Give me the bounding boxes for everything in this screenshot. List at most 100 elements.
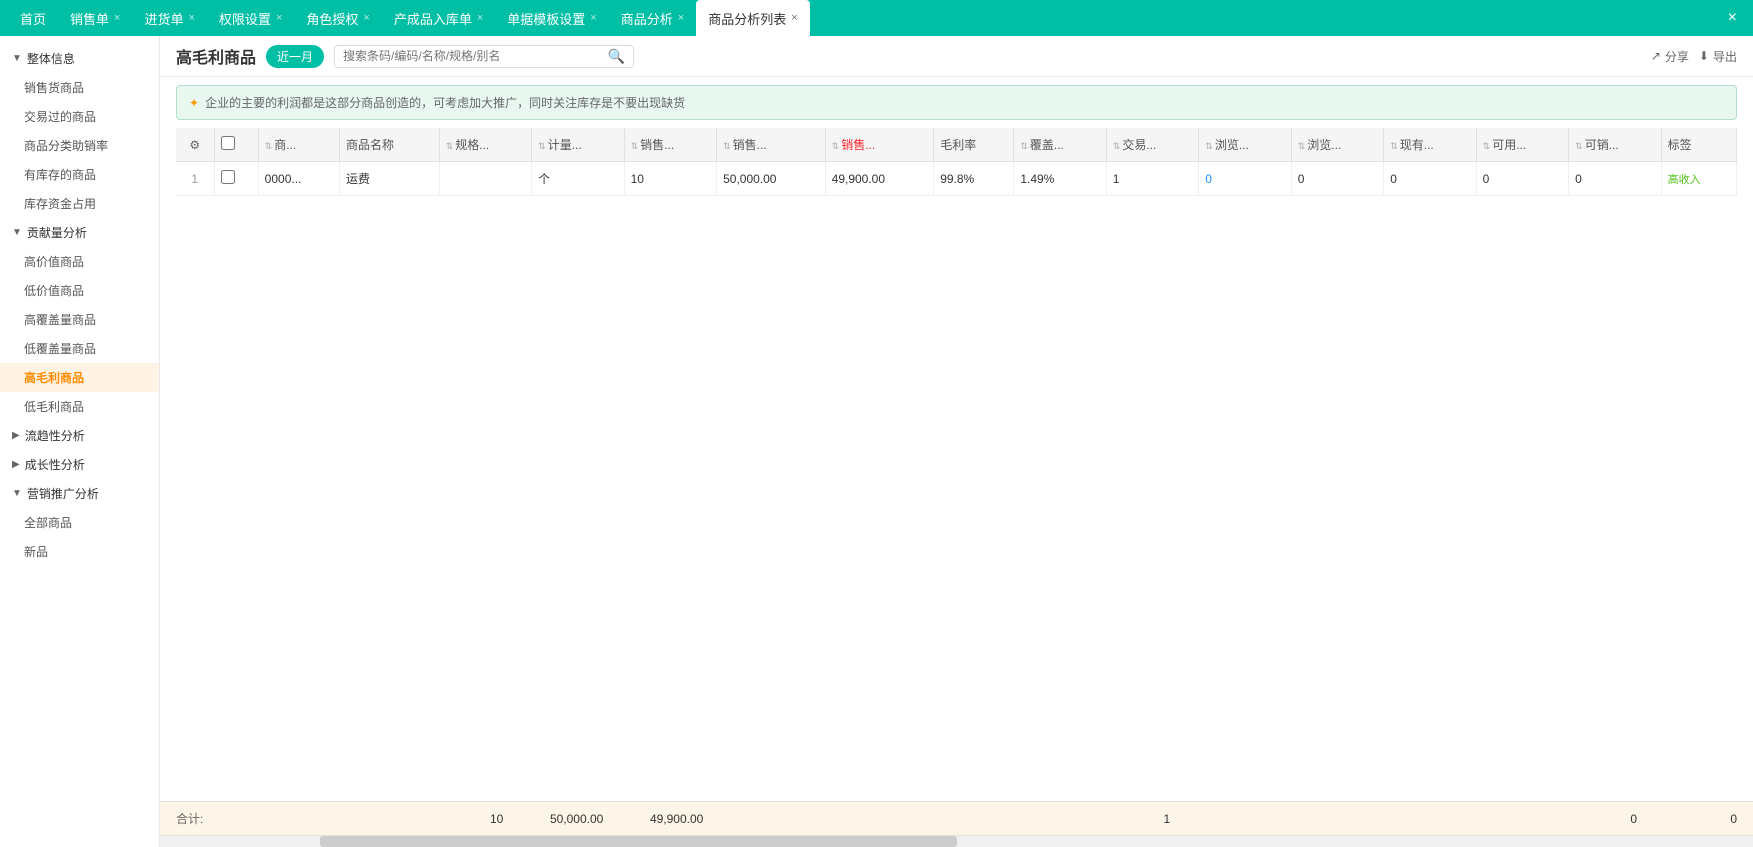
sidebar-item-high-margin[interactable]: 高毛利商品 [0, 363, 159, 392]
arrow-growth: ▶ [12, 459, 20, 470]
sort-icon-unit: ⇅ [538, 141, 546, 151]
search-icon[interactable]: 🔍 [608, 48, 625, 65]
sidebar-item-low-margin[interactable]: 低毛利商品 [0, 392, 159, 421]
nav-purchase-order[interactable]: 进货单 × [132, 0, 206, 36]
nav-sales-order[interactable]: 销售单 × [58, 0, 132, 36]
col-browse2[interactable]: ⇅浏览... [1291, 128, 1383, 162]
nav-template-settings[interactable]: 单据模板设置 × [495, 0, 608, 36]
sidebar-item-high-coverage[interactable]: 高覆盖量商品 [0, 305, 159, 334]
header-actions: ↗ 分享 ⬇ 导出 [1651, 48, 1737, 65]
col-settings[interactable]: ⚙ [176, 128, 214, 162]
col-tag[interactable]: 标签 [1661, 128, 1736, 162]
sidebar-item-in-stock[interactable]: 有库存的商品 [0, 160, 159, 189]
row-checkbox[interactable] [214, 162, 258, 196]
arrow-flow: ▶ [12, 430, 20, 441]
info-icon: ✦ [189, 96, 199, 110]
row-sales-profit: 49,900.00 [825, 162, 934, 196]
col-name[interactable]: 商品名称 [339, 128, 439, 162]
share-button[interactable]: ↗ 分享 [1651, 48, 1689, 65]
col-sellable[interactable]: ⇅可销... [1569, 128, 1661, 162]
row-sales-amount: 50,000.00 [717, 162, 826, 196]
footer-sales-profit: 49,900.00 [623, 812, 703, 826]
sort-icon-transaction: ⇅ [1113, 141, 1121, 151]
col-coverage[interactable]: ⇅覆盖... [1014, 128, 1106, 162]
col-spec[interactable]: ⇅规格... [439, 128, 531, 162]
sort-icon-sales-amount: ⇅ [723, 141, 731, 151]
col-transaction[interactable]: ⇅交易... [1106, 128, 1198, 162]
sort-icon-available-stock: ⇅ [1483, 141, 1491, 151]
col-browse1[interactable]: ⇅浏览... [1199, 128, 1291, 162]
nav-product-inbound[interactable]: 产成品入库单 × [382, 0, 495, 36]
sidebar-item-category-rate[interactable]: 商品分类助销率 [0, 131, 159, 160]
col-sales-profit[interactable]: ⇅销售... [825, 128, 934, 162]
nav-role-auth[interactable]: 角色授权 × [294, 0, 381, 36]
col-gross-margin[interactable]: 毛利率 [934, 128, 1014, 162]
main-layout: ▼ 整体信息 销售货商品 交易过的商品 商品分类助销率 有库存的商品 库存资金占… [0, 36, 1753, 847]
col-code[interactable]: ⇅商... [258, 128, 339, 162]
footer-sales-amount: 50,000.00 [523, 812, 603, 826]
footer-transaction: 1 [1090, 812, 1170, 826]
close-sales-order[interactable]: × [114, 12, 120, 24]
settings-icon[interactable]: ⚙ [189, 138, 200, 152]
sort-icon-sales-profit: ⇅ [832, 141, 840, 151]
sort-icon-browse1: ⇅ [1205, 141, 1213, 151]
table-container[interactable]: ⚙ ⇅商... 商品名称 ⇅规格... ⇅计量... ⇅销售... ⇅销售...… [160, 128, 1753, 801]
sidebar-group-overall[interactable]: ▼ 整体信息 [0, 44, 159, 73]
export-button[interactable]: ⬇ 导出 [1699, 48, 1737, 65]
close-permission-settings[interactable]: × [276, 12, 282, 24]
row-browse2: 0 [1291, 162, 1383, 196]
close-purchase-order[interactable]: × [188, 12, 194, 24]
info-banner: ✦ 企业的主要的利润都是这部分商品创造的，可考虑加大推广，同时关注库存是不要出现… [176, 85, 1737, 120]
sidebar-item-low-value[interactable]: 低价值商品 [0, 276, 159, 305]
row-current-stock: 0 [1384, 162, 1476, 196]
sort-icon-current-stock: ⇅ [1390, 141, 1398, 151]
nav-product-analysis[interactable]: 商品分析 × [609, 0, 696, 36]
horizontal-scrollbar[interactable] [160, 835, 1753, 847]
sidebar-item-traded-goods[interactable]: 交易过的商品 [0, 102, 159, 131]
select-all-checkbox[interactable] [221, 136, 235, 150]
nav-permission-settings[interactable]: 权限设置 × [207, 0, 294, 36]
footer-current-stock: 0 [1557, 812, 1637, 826]
content-header: 高毛利商品 近一月 🔍 ↗ 分享 ⬇ 导出 [160, 36, 1753, 77]
nav-home[interactable]: 首页 [8, 0, 58, 36]
nav-product-analysis-list[interactable]: 商品分析列表 × [696, 0, 809, 36]
close-product-analysis-list[interactable]: × [791, 12, 797, 24]
close-product-inbound[interactable]: × [477, 12, 483, 24]
col-current-stock[interactable]: ⇅现有... [1384, 128, 1476, 162]
sidebar-group-contribution[interactable]: ▼ 贡献量分析 [0, 218, 159, 247]
col-available-stock[interactable]: ⇅可用... [1476, 128, 1568, 162]
row-browse1[interactable]: 0 [1199, 162, 1291, 196]
col-sales-qty[interactable]: ⇅销售... [624, 128, 716, 162]
close-product-analysis[interactable]: × [678, 12, 684, 24]
scrollbar-thumb[interactable] [320, 836, 957, 847]
share-icon: ↗ [1651, 49, 1661, 63]
search-input[interactable] [343, 49, 608, 63]
sidebar-group-growth[interactable]: ▶ 成长性分析 [0, 450, 159, 479]
sidebar-item-all-goods[interactable]: 全部商品 [0, 508, 159, 537]
sort-icon-browse2: ⇅ [1298, 141, 1306, 151]
sidebar-group-flow[interactable]: ▶ 流趋性分析 [0, 421, 159, 450]
sidebar-item-new-goods[interactable]: 新品 [0, 537, 159, 566]
close-all-tabs[interactable]: × [1720, 9, 1745, 27]
sidebar: ▼ 整体信息 销售货商品 交易过的商品 商品分类助销率 有库存的商品 库存资金占… [0, 36, 160, 847]
sidebar-item-sales-goods[interactable]: 销售货商品 [0, 73, 159, 102]
close-template-settings[interactable]: × [590, 12, 596, 24]
export-icon: ⬇ [1699, 49, 1709, 63]
table-footer: 合计: 10 50,000.00 49,900.00 1 0 0 [160, 801, 1753, 835]
arrow-contribution: ▼ [12, 227, 22, 238]
sidebar-group-marketing[interactable]: ▼ 营销推广分析 [0, 479, 159, 508]
sidebar-item-stock-capital[interactable]: 库存资金占用 [0, 189, 159, 218]
sidebar-item-low-coverage[interactable]: 低覆盖量商品 [0, 334, 159, 363]
sort-icon-coverage: ⇅ [1020, 141, 1028, 151]
product-table: ⚙ ⇅商... 商品名称 ⇅规格... ⇅计量... ⇅销售... ⇅销售...… [176, 128, 1737, 196]
filter-recent-month[interactable]: 近一月 [266, 45, 324, 68]
content-area: 高毛利商品 近一月 🔍 ↗ 分享 ⬇ 导出 ✦ 企业的主要的利润都是这部分商品创… [160, 36, 1753, 847]
sort-icon-sellable: ⇅ [1575, 141, 1583, 151]
col-unit[interactable]: ⇅计量... [532, 128, 624, 162]
sidebar-item-high-value[interactable]: 高价值商品 [0, 247, 159, 276]
row-sellable: 0 [1569, 162, 1661, 196]
row-gross-margin: 99.8% [934, 162, 1014, 196]
top-nav-bar: 首页 销售单 × 进货单 × 权限设置 × 角色授权 × 产成品入库单 × 单据… [0, 0, 1753, 36]
col-sales-amount[interactable]: ⇅销售... [717, 128, 826, 162]
close-role-auth[interactable]: × [363, 12, 369, 24]
